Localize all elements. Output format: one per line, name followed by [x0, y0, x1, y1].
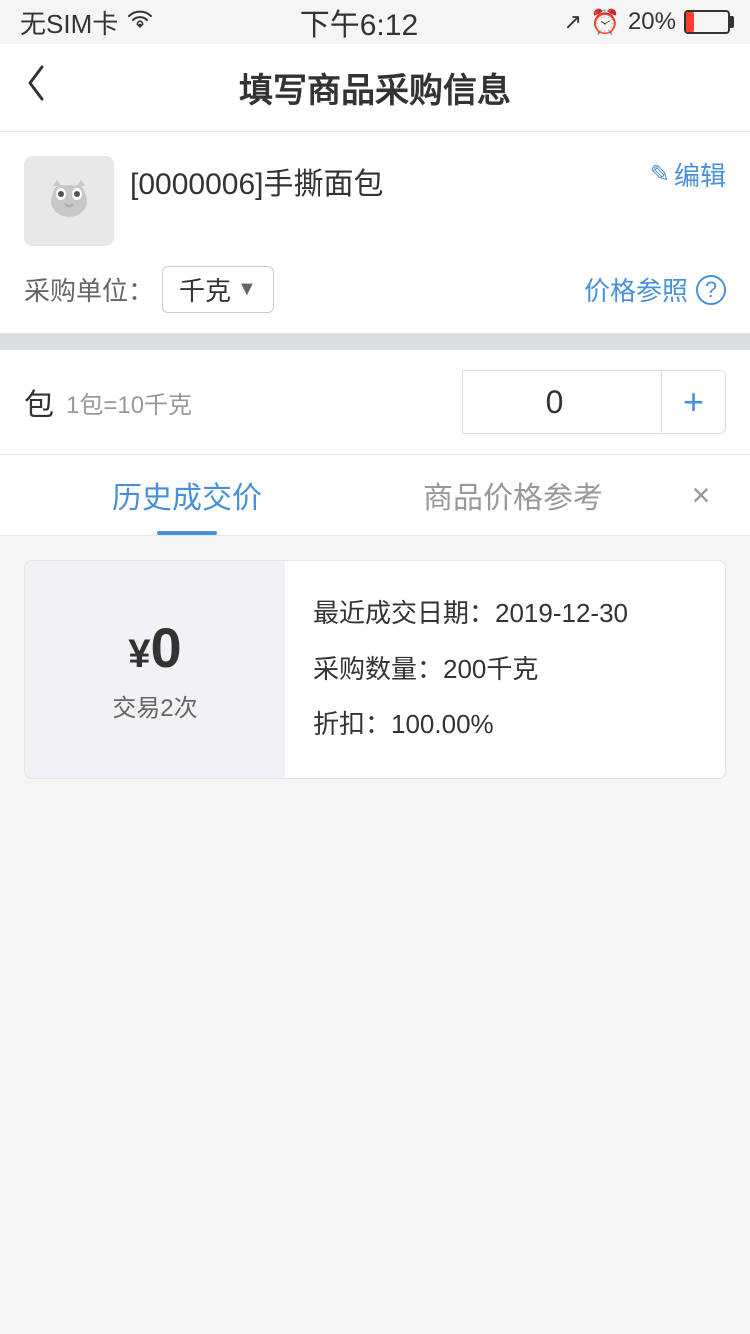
plus-icon: +	[683, 381, 704, 423]
tab-price-reference[interactable]: 商品价格参考	[350, 455, 676, 535]
nav-bar: 填写商品采购信息	[0, 44, 750, 132]
purchase-qty-label: 采购数量：	[313, 654, 443, 684]
unit-selector[interactable]: 千克 ▼	[162, 266, 274, 313]
unit-left: 采购单位： 千克 ▼	[24, 266, 274, 313]
tabs-container: 历史成交价 商品价格参考 ×	[0, 455, 750, 536]
discount-label: 折扣：	[313, 709, 391, 739]
status-bar: 无SIM卡 下午6:12 ↗ ⏰ 20%	[0, 0, 750, 44]
alarm-icon: ⏰	[590, 8, 620, 37]
back-button[interactable]	[24, 63, 48, 112]
tab-active-indicator	[157, 531, 217, 535]
price-ref-question-icon: ?	[696, 275, 726, 305]
tab-price-ref-label: 商品价格参考	[423, 473, 603, 517]
quantity-input[interactable]	[462, 370, 662, 434]
history-card: ¥0 交易2次 最近成交日期：2019-12-30 采购数量：200千克 折扣：…	[24, 560, 726, 779]
product-image	[24, 156, 114, 246]
tabs-close-button[interactable]: ×	[676, 470, 726, 520]
wifi-icon	[126, 7, 154, 38]
edit-label: 编辑	[674, 156, 726, 193]
product-unit-row: 采购单位： 千克 ▼ 价格参照 ?	[24, 266, 726, 313]
discount-value: 100.00%	[391, 709, 494, 739]
unit-value: 千克	[179, 271, 231, 308]
history-discount: 折扣：100.00%	[313, 704, 697, 746]
page-title: 填写商品采购信息	[239, 63, 511, 112]
purchase-qty-value: 200千克	[443, 654, 538, 684]
edit-button[interactable]: ✎ 编辑	[650, 156, 726, 193]
product-name: [0000006]手撕面包	[130, 156, 383, 206]
price-number: 0	[151, 616, 182, 679]
price-ref-label: 价格参照	[584, 271, 688, 308]
history-purchase-qty: 采购数量：200千克	[313, 649, 697, 691]
recent-date-label: 最近成交日期：	[313, 598, 495, 628]
history-recent-date: 最近成交日期：2019-12-30	[313, 593, 697, 635]
close-icon: ×	[692, 477, 711, 514]
status-time: 下午6:12	[300, 0, 418, 44]
signal-text: 无SIM卡	[20, 4, 118, 41]
product-header: [0000006]手撕面包 ✎ 编辑	[24, 156, 726, 246]
history-price-value: ¥0	[128, 615, 181, 680]
quantity-input-area: +	[462, 370, 726, 434]
history-detail-panel: 最近成交日期：2019-12-30 采购数量：200千克 折扣：100.00%	[285, 561, 725, 778]
gps-icon: ↗	[564, 9, 582, 35]
product-logo	[39, 166, 99, 236]
dropdown-arrow-icon: ▼	[237, 278, 257, 301]
quantity-plus-button[interactable]: +	[662, 370, 726, 434]
unit-label: 采购单位：	[24, 271, 154, 308]
battery-icon	[684, 10, 730, 34]
price-ref-button[interactable]: 价格参照 ?	[584, 271, 726, 308]
history-trade-count: 交易2次	[112, 688, 197, 723]
status-right: ↗ ⏰ 20%	[564, 8, 730, 37]
battery-percent: 20%	[628, 8, 676, 36]
history-price-panel: ¥0 交易2次	[25, 561, 285, 778]
section-divider	[0, 334, 750, 350]
quantity-row: 包 1包=10千克 +	[0, 350, 750, 455]
tab-history-price[interactable]: 历史成交价	[24, 455, 350, 535]
tab-history-label: 历史成交价	[112, 473, 262, 517]
qty-unit-label: 包	[24, 380, 54, 424]
yen-symbol: ¥	[128, 632, 150, 676]
tabs-row: 历史成交价 商品价格参考 ×	[0, 455, 750, 535]
recent-date-value: 2019-12-30	[495, 598, 628, 628]
product-card: [0000006]手撕面包 ✎ 编辑 采购单位： 千克 ▼ 价格参照 ?	[0, 132, 750, 334]
product-left: [0000006]手撕面包	[24, 156, 383, 246]
quantity-left: 包 1包=10千克	[24, 380, 192, 424]
edit-icon: ✎	[650, 160, 670, 189]
status-signal: 无SIM卡	[20, 4, 154, 41]
history-list: ¥0 交易2次 最近成交日期：2019-12-30 采购数量：200千克 折扣：…	[0, 536, 750, 836]
qty-conversion-hint: 1包=10千克	[66, 385, 192, 420]
